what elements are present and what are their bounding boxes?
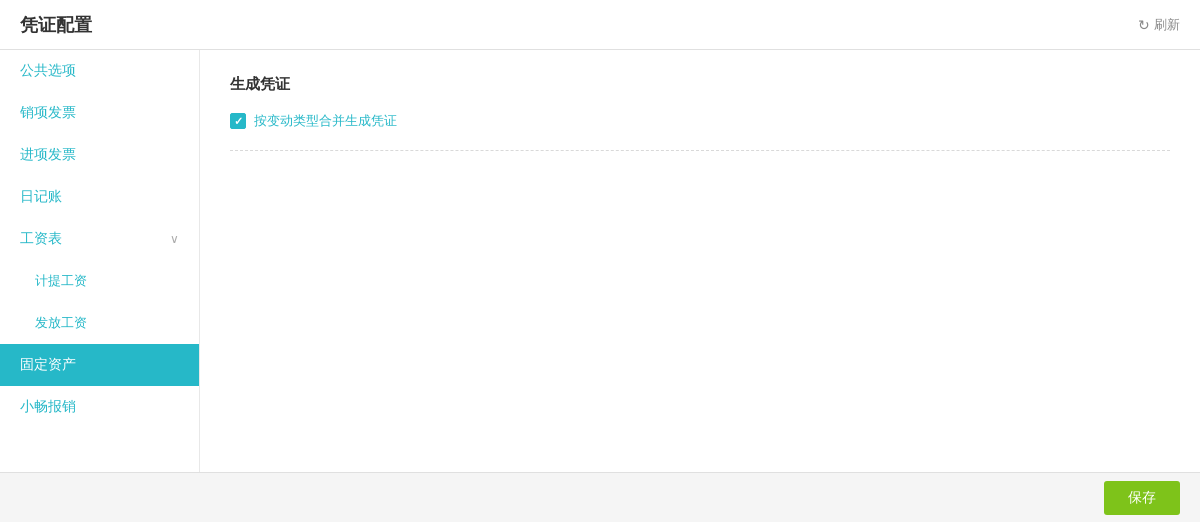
sidebar-item-label: 日记账 bbox=[20, 188, 62, 206]
sidebar-item-journal[interactable]: 日记账 bbox=[0, 176, 199, 218]
sidebar-item-payroll-table[interactable]: 工资表 ∨ bbox=[0, 218, 199, 260]
merge-by-type-label[interactable]: 按变动类型合并生成凭证 bbox=[254, 112, 397, 130]
sidebar-item-label: 计提工资 bbox=[35, 272, 87, 290]
sidebar-item-label: 销项发票 bbox=[20, 104, 76, 122]
sidebar-item-fixed-assets[interactable]: 固定资产 bbox=[0, 344, 199, 386]
sidebar-item-purchase-invoice[interactable]: 进项发票 bbox=[0, 134, 199, 176]
merge-by-type-checkbox[interactable]: ✓ bbox=[230, 113, 246, 129]
refresh-label: 刷新 bbox=[1154, 16, 1180, 34]
sidebar-item-expense-report[interactable]: 小畅报销 bbox=[0, 386, 199, 428]
chevron-down-icon: ∨ bbox=[170, 232, 179, 246]
page-title: 凭证配置 bbox=[20, 13, 92, 37]
refresh-button[interactable]: ↻ 刷新 bbox=[1138, 16, 1180, 34]
sidebar-item-pay-salary[interactable]: 发放工资 bbox=[0, 302, 199, 344]
main-layout: 公共选项销项发票进项发票日记账工资表 ∨ 计提工资发放工资固定资产小畅报销 生成凭证… bbox=[0, 50, 1200, 472]
merge-by-type-row: ✓ 按变动类型合并生成凭证 bbox=[230, 112, 1170, 130]
sidebar-item-label: 工资表 bbox=[20, 230, 62, 248]
content-area: 生成凭证 ✓ 按变动类型合并生成凭证 bbox=[200, 50, 1200, 472]
refresh-icon: ↻ bbox=[1138, 17, 1150, 33]
sidebar-item-label: 发放工资 bbox=[35, 314, 87, 332]
section-divider bbox=[230, 150, 1170, 151]
footer: 保存 bbox=[0, 472, 1200, 522]
sidebar-item-label: 进项发票 bbox=[20, 146, 76, 164]
sidebar-item-sales-invoice[interactable]: 销项发票 bbox=[0, 92, 199, 134]
sidebar-item-public-options[interactable]: 公共选项 bbox=[0, 50, 199, 92]
sidebar-item-label: 公共选项 bbox=[20, 62, 76, 80]
sidebar-item-label: 固定资产 bbox=[20, 356, 76, 374]
header: 凭证配置 ↻ 刷新 bbox=[0, 0, 1200, 50]
checkmark-icon: ✓ bbox=[234, 116, 243, 127]
sidebar-item-label: 小畅报销 bbox=[20, 398, 76, 416]
save-button[interactable]: 保存 bbox=[1104, 481, 1180, 515]
section-title: 生成凭证 bbox=[230, 75, 1170, 94]
sidebar: 公共选项销项发票进项发票日记账工资表 ∨ 计提工资发放工资固定资产小畅报销 bbox=[0, 50, 200, 472]
sidebar-item-calc-salary[interactable]: 计提工资 bbox=[0, 260, 199, 302]
